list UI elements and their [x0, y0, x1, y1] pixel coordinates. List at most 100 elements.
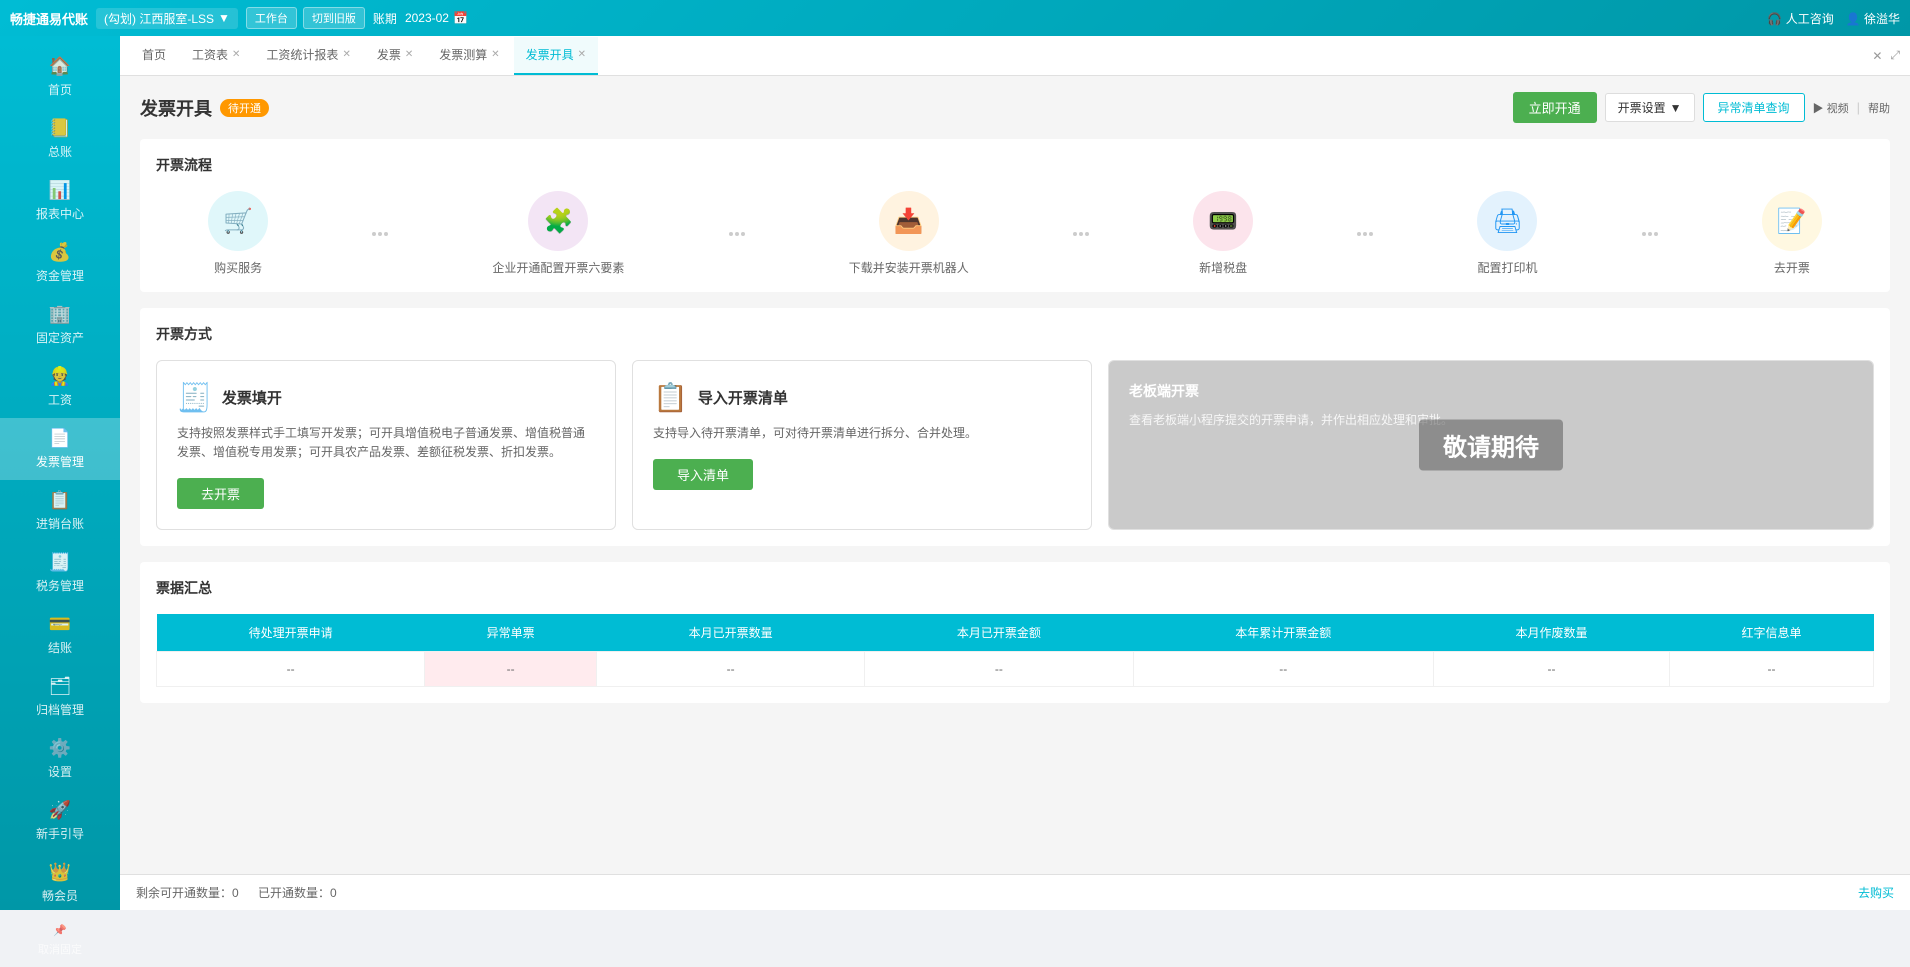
- process-steps: 🛒 购买服务 🧩 企业开通配置开票六要素 📥: [156, 191, 1874, 276]
- home-icon: 🏠: [49, 56, 71, 77]
- tab-invoice-calc-label: 发票测算: [439, 46, 487, 63]
- archive-icon: 🗂: [49, 676, 72, 697]
- old-version-btn[interactable]: 切到旧版: [303, 7, 365, 29]
- col-pending: 待处理开票申请: [157, 614, 425, 652]
- tab-invoice-calc-close[interactable]: ✕: [491, 49, 499, 60]
- invoice-methods: 🧾 发票填开 支持按照发票样式手工填写开发票；可开具增值税电子普通发票、增值税普…: [156, 360, 1874, 530]
- tab-invoice[interactable]: 发票 ✕: [365, 37, 425, 75]
- cell-abnormal: --: [425, 652, 597, 687]
- vip-icon: 👑: [49, 862, 71, 883]
- configure-icon: 🧩: [528, 191, 588, 251]
- step-connector-2: [729, 232, 745, 236]
- sidebar-item-invoice[interactable]: 📄 发票管理: [0, 418, 120, 480]
- company-name: (勾划) 江西服室-LSS: [104, 10, 214, 27]
- sidebar-item-reports[interactable]: 📊 报表中心: [0, 170, 120, 232]
- period-value: 2023-02: [405, 11, 449, 25]
- coming-soon-label: 敬请期待: [1419, 420, 1563, 471]
- method-section-title: 开票方式: [156, 324, 1874, 344]
- user-avatar[interactable]: 👤 徐溢华: [1846, 10, 1900, 27]
- sidebar-label-reports: 报表中心: [36, 205, 84, 222]
- tab-invoice-calc[interactable]: 发票测算 ✕: [427, 37, 511, 75]
- tax-icon: 🧾: [49, 552, 71, 573]
- sidebar: 🏠 首页 📒 总账 📊 报表中心 💰 资金管理 🏢 固定资产 👷 工资 📄 发票…: [0, 36, 120, 910]
- top-bar: 畅捷通易代账 (勾划) 江西服室-LSS ▼ 工作台 切到旧版 账期 2023-…: [0, 0, 1910, 36]
- sidebar-item-vip[interactable]: 👑 畅会员: [0, 852, 120, 914]
- ticket-settings-button[interactable]: 开票设置 ▼: [1605, 93, 1695, 122]
- settings-label: 开票设置: [1618, 99, 1666, 116]
- immediate-open-button[interactable]: 立即开通: [1513, 92, 1597, 123]
- period-selector[interactable]: 账期 2023-02 📅: [373, 10, 468, 27]
- sidebar-item-archive[interactable]: 🗂 归档管理: [0, 666, 120, 728]
- page-actions: 立即开通 开票设置 ▼ 异常清单查询 ▶ 视频 | 帮助: [1513, 92, 1890, 123]
- payroll-icon: 👷: [49, 366, 71, 387]
- sidebar-label-assets: 固定资产: [36, 329, 84, 346]
- sidebar-item-settings[interactable]: ⚙️ 设置: [0, 728, 120, 790]
- tab-payroll-close[interactable]: ✕: [232, 49, 240, 60]
- view-video-btn[interactable]: ▶ 视频: [1813, 100, 1849, 116]
- sidebar-label-settings: 设置: [48, 763, 72, 780]
- sidebar-item-purchsale[interactable]: 📋 进销台账: [0, 480, 120, 542]
- support-btn[interactable]: 🎧 人工咨询: [1767, 10, 1833, 27]
- step-connector-1: [372, 232, 388, 236]
- tab-home-label: 首页: [142, 46, 166, 63]
- step-configure: 🧩 企业开通配置开票六要素: [492, 191, 624, 276]
- sidebar-item-closing[interactable]: 💳 结账: [0, 604, 120, 666]
- process-section: 开票流程 🛒 购买服务 🧩 企业开通配置开票六要素: [140, 139, 1890, 292]
- col-red-info: 红字信息单: [1670, 614, 1874, 652]
- company-selector[interactable]: (勾划) 江西服室-LSS ▼: [96, 8, 238, 29]
- method-card-manual-header: 🧾 发票填开: [177, 381, 595, 414]
- workspace-btn[interactable]: 工作台: [246, 7, 297, 29]
- cell-pending: --: [157, 652, 425, 687]
- step-connector-4: [1357, 232, 1373, 236]
- reports-icon: 📊: [49, 180, 71, 201]
- tab-home[interactable]: 首页: [130, 37, 178, 75]
- calendar-icon[interactable]: 📅: [453, 11, 468, 25]
- method-card-manual: 🧾 发票填开 支持按照发票样式手工填写开发票；可开具增值税电子普通发票、增值税普…: [156, 360, 616, 530]
- pin-icon: 📌: [53, 924, 67, 937]
- col-year-amount: 本年累计开票金额: [1133, 614, 1433, 652]
- tab-invoice-issue-close[interactable]: ✕: [578, 49, 586, 60]
- close-all-icon: ✕: [1872, 49, 1882, 63]
- tab-close-all[interactable]: ✕ ⤢: [1872, 48, 1900, 63]
- settings-icon: ⚙️: [49, 738, 71, 759]
- guide-icon: 🚀: [49, 800, 71, 821]
- tab-invoice-close[interactable]: ✕: [405, 49, 413, 60]
- import-list-button[interactable]: 导入清单: [653, 459, 753, 490]
- period-label: 账期: [373, 10, 397, 27]
- go-issue-button[interactable]: 去开票: [177, 478, 264, 509]
- sidebar-footer[interactable]: 📌 取消固定: [0, 914, 120, 967]
- abnormal-query-button[interactable]: 异常清单查询: [1703, 93, 1805, 122]
- method-card-import: 📋 导入开票清单 支持导入待开票清单，可对待开票清单进行拆分、合并处理。 导入清…: [632, 360, 1092, 530]
- sidebar-item-payroll[interactable]: 👷 工资: [0, 356, 120, 418]
- sidebar-item-home[interactable]: 🏠 首页: [0, 46, 120, 108]
- invoice-icon: 📄: [49, 428, 71, 449]
- tab-invoice-issue-label: 发票开具: [526, 46, 574, 63]
- tab-payroll[interactable]: 工资表 ✕: [180, 37, 252, 75]
- manual-fill-desc: 支持按照发票样式手工填写开发票；可开具增值税电子普通发票、增值税普通发票、增值税…: [177, 424, 595, 462]
- tab-payroll-report[interactable]: 工资统计报表 ✕: [254, 37, 362, 75]
- help-btn[interactable]: 帮助: [1868, 100, 1890, 116]
- sidebar-item-assets[interactable]: 🏢 固定资产: [0, 294, 120, 356]
- method-section: 开票方式 🧾 发票填开 支持按照发票样式手工填写开发票；可开具增值税电子普通发票…: [140, 308, 1890, 546]
- sidebar-item-funds[interactable]: 💰 资金管理: [0, 232, 120, 294]
- tab-payroll-report-label: 工资统计报表: [266, 46, 338, 63]
- buy-link[interactable]: 去购买: [1858, 884, 1894, 901]
- step-connector-5: [1642, 232, 1658, 236]
- tab-invoice-issue[interactable]: 发票开具 ✕: [514, 37, 598, 75]
- col-abnormal: 异常单票: [425, 614, 597, 652]
- boss-title: 老板端开票: [1129, 381, 1853, 401]
- step-buy-label: 购买服务: [214, 259, 262, 276]
- sidebar-item-tax[interactable]: 🧾 税务管理: [0, 542, 120, 604]
- sidebar-item-ledger[interactable]: 📒 总账: [0, 108, 120, 170]
- sidebar-label-home: 首页: [48, 81, 72, 98]
- tab-payroll-report-close[interactable]: ✕: [342, 49, 350, 60]
- app-logo: 畅捷通易代账: [10, 9, 88, 28]
- bottom-bar-info: 剩余可开通数量：0 已开通数量：0: [136, 884, 337, 901]
- sidebar-item-guide[interactable]: 🚀 新手引导: [0, 790, 120, 852]
- step-taxdisk-label: 新增税盘: [1199, 259, 1247, 276]
- funds-icon: 💰: [49, 242, 71, 263]
- page-title-area: 发票开具 待开通: [140, 95, 269, 121]
- sidebar-label-payroll: 工资: [48, 391, 72, 408]
- summary-table: 待处理开票申请 异常单票 本月已开票数量 本月已开票金额 本年累计开票金额 本月…: [156, 614, 1874, 687]
- step-issue: 📝 去开票: [1762, 191, 1822, 276]
